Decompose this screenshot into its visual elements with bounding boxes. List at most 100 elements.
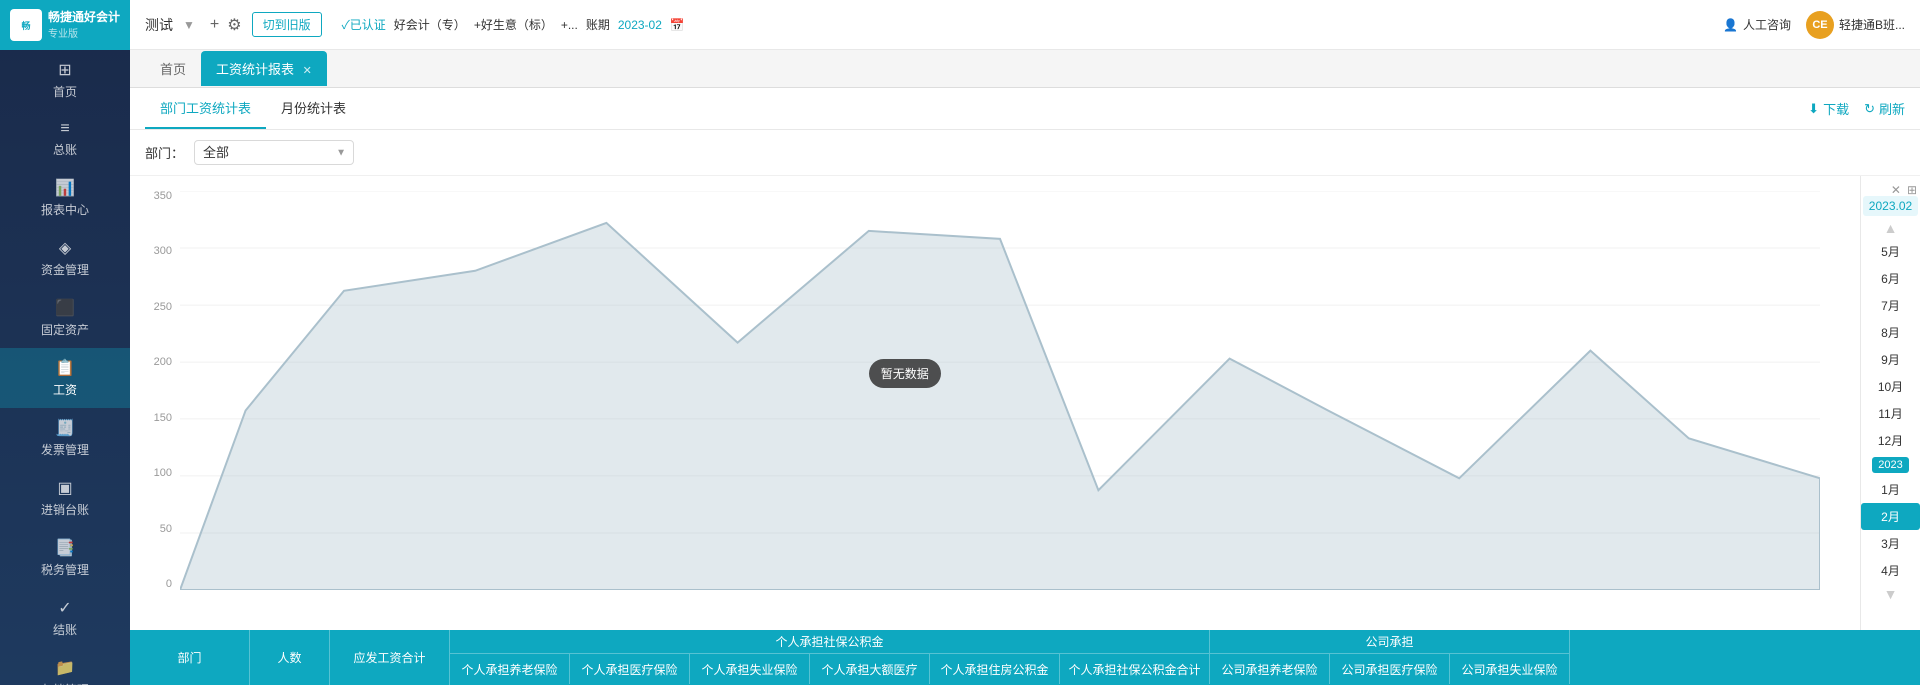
date-nav-up-button[interactable]: ▲ <box>1884 218 1898 238</box>
invoice-icon: 🧾 <box>55 418 75 438</box>
table-header: 部门 人数 应发工资合计 个人承担社保公积金 个人承担养老保险 个人承担医疗保险 <box>130 630 1920 685</box>
header-actions: + ⚙ <box>210 15 242 35</box>
download-icon: ⬇ <box>1808 101 1819 117</box>
th-pension: 个人承担养老保险 <box>450 654 570 684</box>
sidebar-item-tax[interactable]: 📑 税务管理 <box>0 528 130 588</box>
tabs-bar: 首页 工资统计报表 ✕ <box>130 50 1920 88</box>
header-status: ✓已认证 好会计（专） +好生意（标） +... 账期 2023-02 📅 <box>342 16 685 33</box>
refresh-icon: ↻ <box>1864 101 1875 117</box>
month-4[interactable]: 4月 <box>1861 557 1920 584</box>
period-value: 2023-02 <box>618 18 662 32</box>
tab-home[interactable]: 首页 <box>145 51 201 86</box>
th-serious-medical: 个人承担大额医疗 <box>810 654 930 684</box>
main-area: 测试 ▼ + ⚙ 切到旧版 ✓已认证 好会计（专） +好生意（标） +... 账… <box>130 0 1920 685</box>
filter-label: 部门： <box>145 143 184 162</box>
tab-close-button[interactable]: ✕ <box>303 65 312 77</box>
app-header: 测试 ▼ + ⚙ 切到旧版 ✓已认证 好会计（专） +好生意（标） +... 账… <box>130 0 1920 50</box>
month-10[interactable]: 10月 <box>1861 373 1920 400</box>
ledger-icon: ≡ <box>60 120 69 138</box>
sidebar-item-home[interactable]: ⊞ 首页 <box>0 50 130 110</box>
consult-button[interactable]: 👤 人工咨询 <box>1723 16 1791 33</box>
close-panel-button[interactable]: ✕ <box>1891 183 1901 197</box>
sidebar-item-invoice[interactable]: 🧾 发票管理 <box>0 408 130 468</box>
sidebar-item-settle[interactable]: ✓ 结账 <box>0 588 130 648</box>
good-biz-badge: +好生意（标） <box>474 16 553 33</box>
page-sub-header: 部门工资统计表 月份统计表 ⬇ 下载 ↻ 刷新 <box>130 88 1920 130</box>
month-3[interactable]: 3月 <box>1861 530 1920 557</box>
th-group-company-cells: 公司承担养老保险 公司承担医疗保险 公司承担失业保险 <box>1210 654 1570 685</box>
sidebar-item-archive[interactable]: 📁 归档管理 <box>0 648 130 685</box>
month-5[interactable]: 5月 <box>1861 238 1920 265</box>
th-count: 人数 <box>250 630 330 685</box>
department-select[interactable]: 全部 <box>194 140 354 165</box>
refresh-button[interactable]: ↻ 刷新 <box>1864 99 1905 118</box>
month-8[interactable]: 8月 <box>1861 319 1920 346</box>
sales-icon: ▣ <box>57 478 72 498</box>
sidebar-item-sales[interactable]: ▣ 进销台账 <box>0 468 130 528</box>
salary-icon: 📋 <box>55 358 75 378</box>
month-6[interactable]: 6月 <box>1861 265 1920 292</box>
month-12[interactable]: 12月 <box>1861 427 1920 454</box>
th-group-personal-header: 个人承担社保公积金 <box>450 630 1210 654</box>
sidebar-item-salary[interactable]: 📋 工资 <box>0 348 130 408</box>
th-group-company: 公司承担 公司承担养老保险 公司承担医疗保险 公司承担失业保险 <box>1210 630 1570 685</box>
year-2023-section: 2023 <box>1861 454 1920 476</box>
page-content: 部门工资统计表 月份统计表 ⬇ 下载 ↻ 刷新 部门： <box>130 88 1920 685</box>
chart-svg <box>180 191 1820 590</box>
department-filter-wrapper: 全部 ▼ <box>194 140 354 165</box>
th-group-personal: 个人承担社保公积金 个人承担养老保险 个人承担医疗保险 个人承担失业保险 个人承… <box>450 630 1210 685</box>
th-co-pension: 公司承担养老保险 <box>1210 654 1330 684</box>
header-dropdown-arrow[interactable]: ▼ <box>183 18 195 32</box>
tab-dept-salary[interactable]: 部门工资统计表 <box>145 88 266 129</box>
th-group-personal-cells: 个人承担养老保险 个人承担医疗保险 个人承担失业保险 个人承担大额医疗 个人承担… <box>450 654 1210 685</box>
download-button[interactable]: ⬇ 下载 <box>1808 99 1849 118</box>
good-account-badge: 好会计（专） <box>394 16 466 33</box>
sidebar-item-funds[interactable]: ◈ 资金管理 <box>0 228 130 288</box>
tax-icon: 📑 <box>55 538 75 558</box>
period-label: 账期 <box>586 16 610 33</box>
date-panel: ✕ ⊞ 2023.02 ▲ 5月 6月 7月 8月 9月 10月 11月 12月… <box>1860 176 1920 630</box>
sidebar: 畅 畅捷通好会计 专业版 ⊞ 首页 ≡ 总账 📊 报表中心 ◈ 资金管理 ⬛ 固… <box>0 0 130 685</box>
th-group-company-header: 公司承担 <box>1210 630 1570 654</box>
month-2-active[interactable]: 2月 <box>1861 503 1920 530</box>
expand-panel-button[interactable]: ⊞ <box>1907 183 1917 197</box>
consult-icon: 👤 <box>1723 18 1738 32</box>
settle-icon: ✓ <box>58 598 71 618</box>
th-dept: 部门 <box>130 630 250 685</box>
home-icon: ⊞ <box>58 60 71 80</box>
sidebar-item-assets[interactable]: ⬛ 固定资产 <box>0 288 130 348</box>
th-co-unemployment: 公司承担失业保险 <box>1450 654 1570 684</box>
header-title: 测试 <box>145 15 173 35</box>
month-7[interactable]: 7月 <box>1861 292 1920 319</box>
month-11[interactable]: 11月 <box>1861 400 1920 427</box>
th-housing-fund: 个人承担住房公积金 <box>930 654 1060 684</box>
chart-y-axis: 350 300 250 200 150 100 50 0 <box>130 191 180 590</box>
calendar-icon[interactable]: 📅 <box>670 18 685 32</box>
header-right: 👤 人工咨询 CE 轻捷通B班... <box>1723 11 1905 39</box>
certified-status: ✓已认证 <box>342 16 386 33</box>
logo-text: 畅捷通好会计 专业版 <box>48 10 120 39</box>
month-9[interactable]: 9月 <box>1861 346 1920 373</box>
month-1[interactable]: 1月 <box>1861 476 1920 503</box>
tab-salary-report[interactable]: 工资统计报表 ✕ <box>201 51 327 86</box>
user-menu[interactable]: CE 轻捷通B班... <box>1806 11 1905 39</box>
switch-version-button[interactable]: 切到旧版 <box>252 12 322 37</box>
sidebar-item-reports[interactable]: 📊 报表中心 <box>0 168 130 228</box>
logo-icon: 畅 <box>10 9 42 41</box>
reports-icon: 📊 <box>55 178 75 198</box>
funds-icon: ◈ <box>59 238 71 258</box>
add-button[interactable]: + <box>210 16 219 34</box>
sidebar-item-ledger[interactable]: ≡ 总账 <box>0 110 130 168</box>
archive-icon: 📁 <box>55 658 75 678</box>
assets-icon: ⬛ <box>55 298 75 318</box>
date-nav-down-button[interactable]: ▼ <box>1884 584 1898 604</box>
current-period-label: 2023.02 <box>1863 196 1918 216</box>
filter-bar: 部门： 全部 ▼ <box>130 130 1920 176</box>
chart-svg-container: 暂无数据 <box>180 191 1820 590</box>
settings-button[interactable]: ⚙ <box>227 15 241 35</box>
th-total-salary: 应发工资合计 <box>330 630 450 685</box>
chart-area: 350 300 250 200 150 100 50 0 <box>130 176 1860 630</box>
th-personal-total: 个人承担社保公积金合计 <box>1060 654 1210 684</box>
tab-monthly[interactable]: 月份统计表 <box>266 88 361 129</box>
avatar: CE <box>1806 11 1834 39</box>
